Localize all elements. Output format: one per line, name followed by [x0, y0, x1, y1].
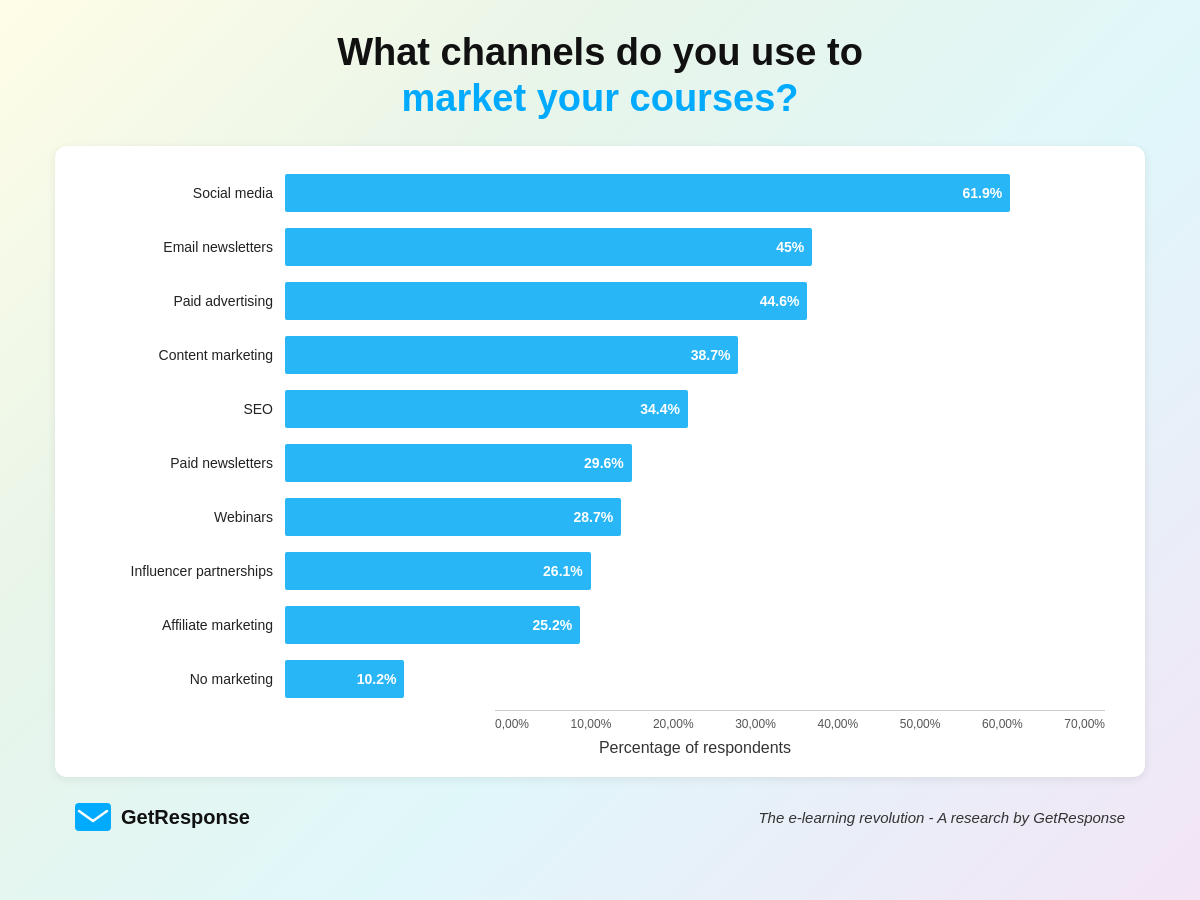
x-tick: 10,00% [571, 717, 612, 731]
title-line1: What channels do you use to [337, 30, 863, 76]
bar-value-label: 45% [776, 239, 804, 255]
bar-row: No marketing 10.2% [75, 656, 1105, 702]
x-axis-label: Percentage of respondents [285, 739, 1105, 757]
bar-row: Social media 61.9% [75, 170, 1105, 216]
bar-fill: 61.9% [285, 174, 1010, 212]
bar-label: Content marketing [75, 347, 285, 363]
chart-container: Social media 61.9% Email newsletters 45% Pai… [55, 146, 1145, 777]
chart-inner: Social media 61.9% Email newsletters 45% Pai… [75, 166, 1105, 706]
getresponse-logo-icon [75, 803, 111, 831]
bar-fill: 38.7% [285, 336, 738, 374]
bar-value-label: 44.6% [760, 293, 800, 309]
bar-area: 38.7% [285, 336, 1105, 374]
bar-label: Webinars [75, 509, 285, 525]
bar-fill: 29.6% [285, 444, 632, 482]
title-section: What channels do you use to market your … [317, 0, 883, 136]
title-line2: market your courses? [337, 76, 863, 122]
bar-row: SEO 34.4% [75, 386, 1105, 432]
bar-value-label: 25.2% [532, 617, 572, 633]
bar-row: Affiliate marketing 25.2% [75, 602, 1105, 648]
bar-value-label: 29.6% [584, 455, 624, 471]
bar-fill: 34.4% [285, 390, 688, 428]
bar-row: Influencer partnerships 26.1% [75, 548, 1105, 594]
bar-label: SEO [75, 401, 285, 417]
bar-label: Influencer partnerships [75, 563, 285, 579]
bar-label: Email newsletters [75, 239, 285, 255]
bar-area: 28.7% [285, 498, 1105, 536]
x-tick: 40,00% [817, 717, 858, 731]
bar-row: Content marketing 38.7% [75, 332, 1105, 378]
bar-area: 61.9% [285, 174, 1105, 212]
x-tick: 20,00% [653, 717, 694, 731]
bar-row: Paid newsletters 29.6% [75, 440, 1105, 486]
bar-area: 25.2% [285, 606, 1105, 644]
svg-rect-0 [75, 803, 111, 831]
bar-fill: 45% [285, 228, 812, 266]
bar-label: Paid newsletters [75, 455, 285, 471]
bar-area: 45% [285, 228, 1105, 266]
logo-section: GetResponse [75, 803, 250, 831]
bar-row: Paid advertising 44.6% [75, 278, 1105, 324]
bar-area: 10.2% [285, 660, 1105, 698]
bar-fill: 25.2% [285, 606, 580, 644]
bar-area: 34.4% [285, 390, 1105, 428]
bar-label: Social media [75, 185, 285, 201]
x-tick: 50,00% [900, 717, 941, 731]
bar-value-label: 34.4% [640, 401, 680, 417]
bar-row: Webinars 28.7% [75, 494, 1105, 540]
footer: GetResponse The e-learning revolution - … [55, 791, 1145, 843]
bar-value-label: 28.7% [573, 509, 613, 525]
bar-fill: 44.6% [285, 282, 807, 320]
bar-value-label: 38.7% [691, 347, 731, 363]
bar-value-label: 61.9% [962, 185, 1002, 201]
bar-area: 44.6% [285, 282, 1105, 320]
x-tick: 70,00% [1064, 717, 1105, 731]
x-tick: 60,00% [982, 717, 1023, 731]
bar-label: Paid advertising [75, 293, 285, 309]
bar-fill: 28.7% [285, 498, 621, 536]
bar-area: 26.1% [285, 552, 1105, 590]
bar-value-label: 26.1% [543, 563, 583, 579]
bar-fill: 10.2% [285, 660, 404, 698]
bar-label: No marketing [75, 671, 285, 687]
bar-row: Email newsletters 45% [75, 224, 1105, 270]
bar-label: Affiliate marketing [75, 617, 285, 633]
bar-fill: 26.1% [285, 552, 591, 590]
bar-value-label: 10.2% [357, 671, 397, 687]
x-tick: 30,00% [735, 717, 776, 731]
x-tick: 0,00% [495, 717, 529, 731]
bar-area: 29.6% [285, 444, 1105, 482]
footnote-text: The e-learning revolution - A research b… [758, 809, 1125, 826]
logo-text: GetResponse [121, 806, 250, 829]
